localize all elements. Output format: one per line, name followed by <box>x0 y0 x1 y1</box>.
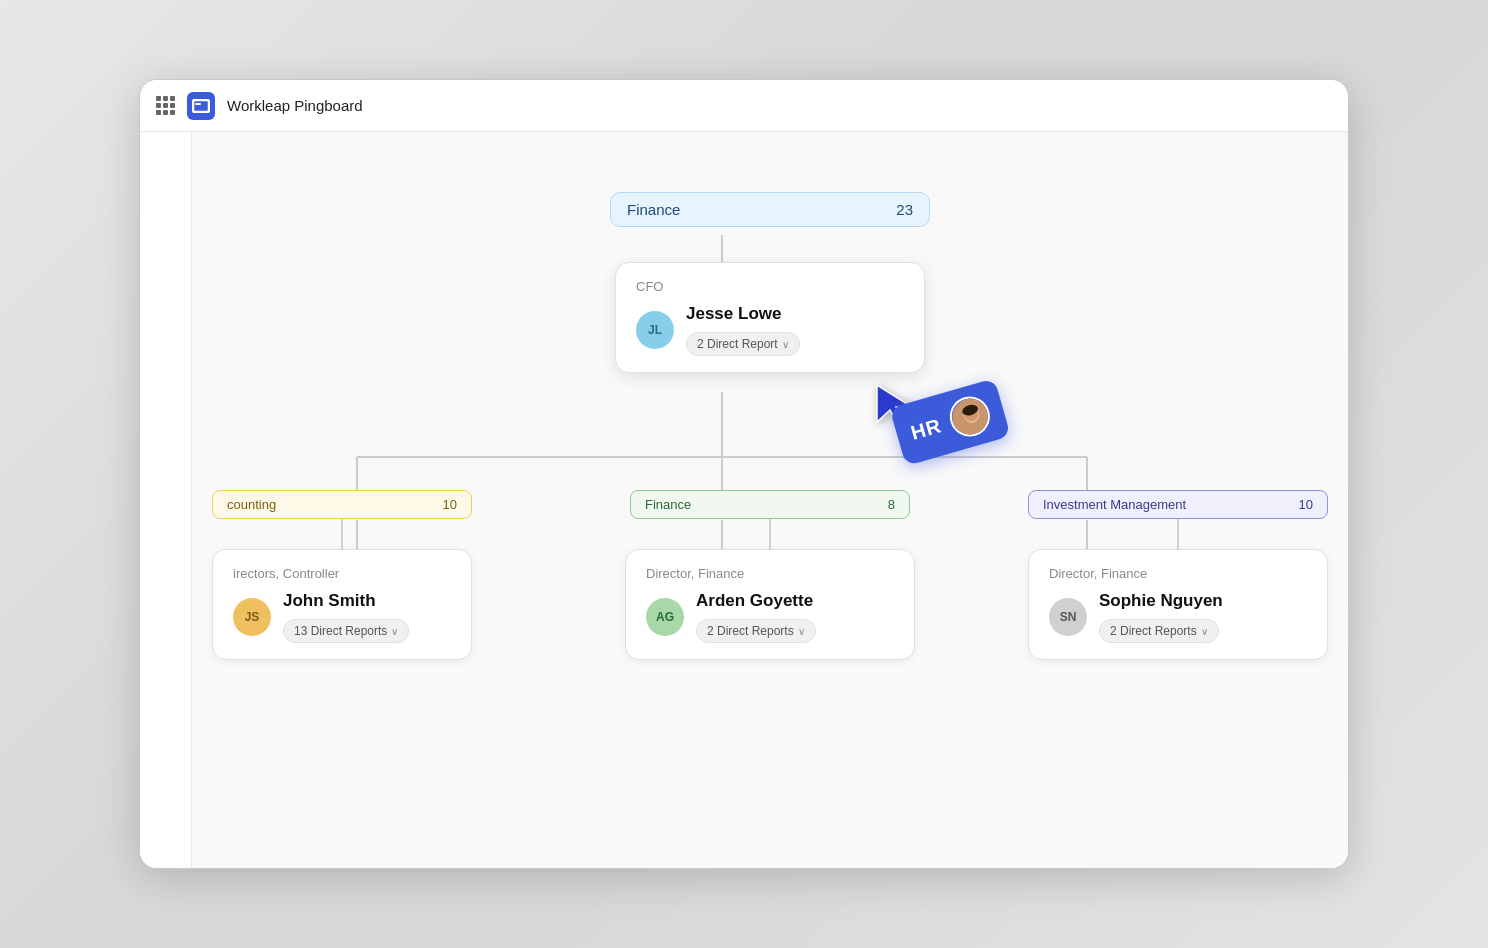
child-finance[interactable]: Finance 8 Director, Finance AG Arden Goy… <box>625 490 915 660</box>
js-direct-reports[interactable]: 13 Direct Reports ∨ <box>283 619 409 643</box>
accounting-card[interactable]: irectors, Controller JS John Smith 13 Di… <box>212 549 472 660</box>
accounting-dept-name: counting <box>227 497 276 512</box>
top-bar: Workleap Pingboard <box>140 80 1348 132</box>
sn-avatar: SN <box>1049 598 1087 636</box>
js-name: John Smith <box>283 591 409 611</box>
ag-avatar: AG <box>646 598 684 636</box>
accounting-role: irectors, Controller <box>233 566 451 581</box>
child-investment[interactable]: Investment Management 10 Director, Finan… <box>1028 490 1328 660</box>
main-content: Finance 23 CFO JL Jesse Lowe <box>140 132 1348 868</box>
org-canvas[interactable]: Finance 23 CFO JL Jesse Lowe <box>192 132 1348 868</box>
cfo-name: Jesse Lowe <box>686 304 800 324</box>
cfo-avatar: JL <box>636 311 674 349</box>
svg-rect-1 <box>195 103 201 105</box>
cfo-chevron: ∨ <box>782 339 789 350</box>
finance-card[interactable]: Director, Finance AG Arden Goyette 2 Dir… <box>625 549 915 660</box>
finance-child-connector <box>769 519 771 549</box>
js-avatar: JS <box>233 598 271 636</box>
investment-dept-count: 10 <box>1299 497 1313 512</box>
investment-role: Director, Finance <box>1049 566 1307 581</box>
top-dept-badge[interactable]: Finance 23 <box>610 192 930 227</box>
finance-child-dept-count: 8 <box>888 497 895 512</box>
cfo-direct-reports[interactable]: 2 Direct Report ∨ <box>686 332 800 356</box>
cfo-card[interactable]: CFO JL Jesse Lowe 2 Direct Report ∨ <box>615 262 925 373</box>
investment-connector <box>1177 519 1179 549</box>
accounting-dept-count: 10 <box>443 497 457 512</box>
cfo-role: CFO <box>636 279 904 294</box>
hr-avatar <box>945 392 994 441</box>
ag-name: Arden Goyette <box>696 591 816 611</box>
app-logo <box>187 92 215 120</box>
investment-dept-name: Investment Management <box>1043 497 1186 512</box>
sn-direct-reports[interactable]: 2 Direct Reports ∨ <box>1099 619 1219 643</box>
grid-icon[interactable] <box>156 96 175 115</box>
top-dept-count: 23 <box>896 201 913 218</box>
svg-rect-0 <box>193 100 209 112</box>
browser-window: Workleap Pingboard <box>139 79 1349 869</box>
app-title: Workleap Pingboard <box>227 97 363 114</box>
investment-card[interactable]: Director, Finance SN Sophie Nguyen 2 Dir… <box>1028 549 1328 660</box>
child-accounting[interactable]: counting 10 irectors, Controller JS John… <box>212 490 472 660</box>
ag-direct-reports[interactable]: 2 Direct Reports ∨ <box>696 619 816 643</box>
hr-label: HR <box>908 414 944 445</box>
finance-child-dept-name: Finance <box>645 497 691 512</box>
sn-name: Sophie Nguyen <box>1099 591 1223 611</box>
finance-role: Director, Finance <box>646 566 894 581</box>
top-dept-name: Finance <box>627 201 680 218</box>
sidebar-strip <box>140 132 192 868</box>
accounting-connector <box>341 519 343 549</box>
